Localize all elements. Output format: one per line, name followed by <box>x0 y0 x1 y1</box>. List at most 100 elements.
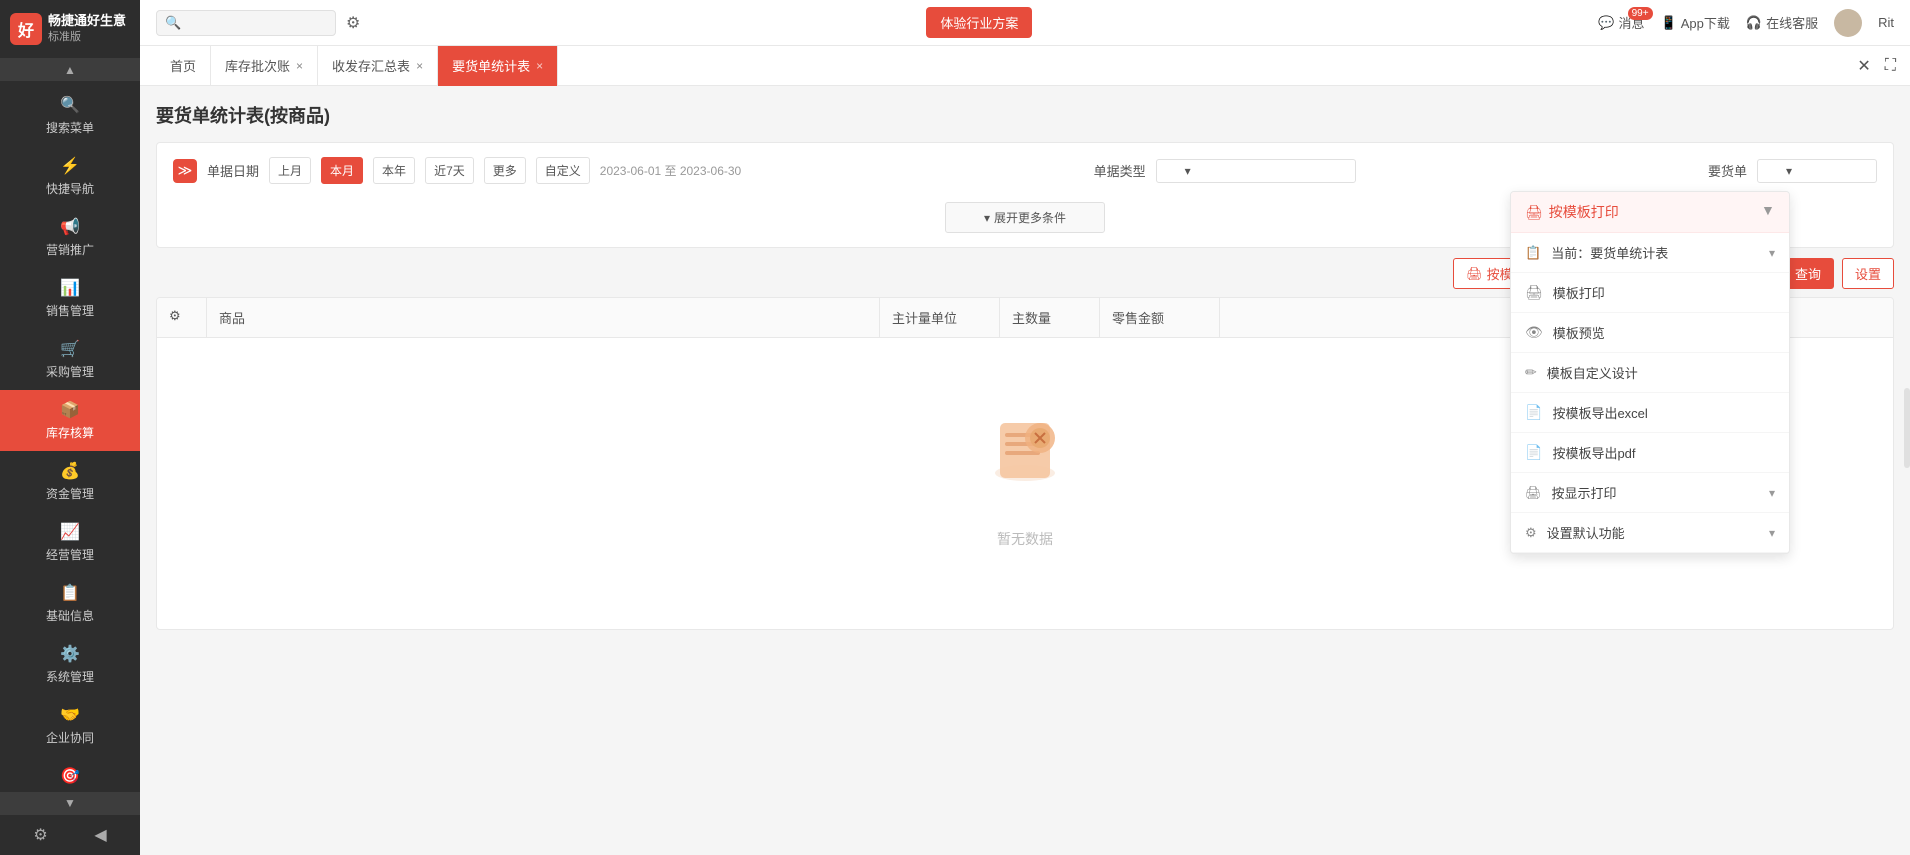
dropdown-close-icon[interactable]: ▲ <box>1761 204 1775 220</box>
dropdown-display-print[interactable]: 🖨 按显示打印 ▾ <box>1511 473 1789 513</box>
username-label[interactable]: Rit <box>1878 15 1894 30</box>
tab-inventory-batch-label: 库存批次账 <box>225 56 290 75</box>
section-left: 📋 当前：要货单统计表 <box>1525 243 1668 262</box>
sidebar-item-label: 采购管理 <box>46 363 94 380</box>
dropdown-export-pdf[interactable]: 📄 按模板导出pdf <box>1511 433 1789 473</box>
sidebar-item-enterprise[interactable]: 🤝 企业协同 <box>0 695 140 756</box>
tab-home[interactable]: 首页 <box>156 46 211 86</box>
sidebar-item-basic-info[interactable]: 📋 基础信息 <box>0 573 140 634</box>
export-excel-icon: 📄 <box>1525 404 1542 421</box>
inventory-icon: 📦 <box>60 400 80 420</box>
tab-close-btn[interactable]: ✕ <box>1853 52 1874 80</box>
tab-inventory-batch-close[interactable]: × <box>296 59 303 73</box>
app-download-label: App下载 <box>1681 13 1730 32</box>
sidebar-item-label: 资金管理 <box>46 485 94 502</box>
tab-maximize-btn[interactable]: ⛶ <box>1881 53 1900 79</box>
date-btn-this-month[interactable]: 本月 <box>321 157 363 184</box>
dropdown-current-section[interactable]: 📋 当前：要货单统计表 ▾ <box>1511 233 1789 273</box>
trial-btn[interactable]: 体验行业方案 <box>926 7 1032 38</box>
settings-btn[interactable]: 设置 <box>1842 258 1894 289</box>
table-col-checkbox: ⚙ <box>157 298 207 337</box>
search-box[interactable]: 🔍 <box>156 10 336 36</box>
set-default-arrow: ▾ <box>1769 526 1775 540</box>
basic-info-icon: 📋 <box>60 583 80 603</box>
dropdown-set-default[interactable]: ⚙ 设置默认功能 ▾ <box>1511 513 1789 553</box>
template-preview-item-label: 模板预览 <box>1553 323 1605 342</box>
chevron-right-icon: ▾ <box>1769 246 1775 260</box>
sidebar-item-label: 搜索菜单 <box>46 119 94 136</box>
dropdown-template-preview[interactable]: 👁 模板预览 <box>1511 313 1789 353</box>
settings-col-icon[interactable]: ⚙ <box>169 308 181 323</box>
date-btn-custom[interactable]: 自定义 <box>536 157 590 184</box>
sidebar-item-guide[interactable]: 🎯 新手引导 <box>0 756 140 792</box>
order-type-select[interactable]: ▾ <box>1156 159 1356 183</box>
tab-home-label: 首页 <box>170 56 196 75</box>
settings-label: 设置 <box>1855 264 1881 283</box>
sidebar-item-system[interactable]: ⚙️ 系统管理 <box>0 634 140 695</box>
sidebar-item-sales[interactable]: 📊 销售管理 <box>0 268 140 329</box>
service-icon: 🎧 <box>1746 15 1762 31</box>
display-print-icon: 🖨 <box>1525 485 1542 501</box>
empty-text: 暂无数据 <box>997 529 1053 549</box>
filter-expand-btn[interactable]: ≫ <box>173 159 197 183</box>
chevron-down-icon2: ▾ <box>1786 164 1792 178</box>
sales-icon: 📊 <box>60 278 80 298</box>
app-download-btn[interactable]: 📱 App下载 <box>1661 13 1730 32</box>
main-area: 🔍 ⚙ 体验行业方案 💬 消息 99+ 📱 App下载 🎧 在线客服 Rit <box>140 0 1910 855</box>
enterprise-icon: 🤝 <box>60 705 80 725</box>
template-preview-icon: 👁 <box>1525 324 1543 341</box>
tab-controls: ✕ ⛶ <box>1843 52 1910 80</box>
date-btn-this-year[interactable]: 本年 <box>373 157 415 184</box>
sidebar-item-label: 库存核算 <box>46 424 94 441</box>
tab-order-stats[interactable]: 要货单统计表 × <box>438 46 558 86</box>
avatar[interactable] <box>1834 9 1862 37</box>
dropdown-template-custom[interactable]: ✏ 模板自定义设计 <box>1511 353 1789 393</box>
date-btn-7days[interactable]: 近7天 <box>425 157 474 184</box>
sidebar-item-quick-nav[interactable]: ⚡ 快捷导航 <box>0 146 140 207</box>
app-icon: 📱 <box>1661 15 1677 31</box>
topbar: 🔍 ⚙ 体验行业方案 💬 消息 99+ 📱 App下载 🎧 在线客服 Rit <box>140 0 1910 46</box>
date-btn-last-month[interactable]: 上月 <box>269 157 311 184</box>
app-logo-text: 畅捷通好生意 标准版 <box>48 12 126 46</box>
tab-inventory-batch[interactable]: 库存批次账 × <box>211 46 318 86</box>
sidebar-item-inventory[interactable]: 📦 库存核算 <box>0 390 140 451</box>
sidebar-item-purchase[interactable]: 🛒 采购管理 <box>0 329 140 390</box>
template-print-item-label: 模板打印 <box>1553 283 1605 302</box>
dropdown-export-excel[interactable]: 📄 按模板导出excel <box>1511 393 1789 433</box>
export-excel-item-label: 按模板导出excel <box>1552 403 1647 422</box>
table-col-unit: 主计量单位 <box>880 298 1000 337</box>
print-icon: 🖨 <box>1466 266 1483 282</box>
expand-more-btn[interactable]: ▾ 展开更多条件 <box>945 202 1105 233</box>
tab-order-stats-close[interactable]: × <box>536 59 543 73</box>
table-col-goods: 商品 <box>207 298 880 337</box>
dropdown-menu: 🖨 按模板打印 ▲ 📋 当前：要货单统计表 ▾ 🖨 模板打印 👁 模板预览 <box>1510 191 1790 554</box>
dropdown-template-print[interactable]: 🖨 模板打印 <box>1511 273 1789 313</box>
sidebar-item-search[interactable]: 🔍 搜索菜单 <box>0 85 140 146</box>
chevron-down-icon: ▾ <box>1185 164 1191 178</box>
table-col-quantity: 主数量 <box>1000 298 1100 337</box>
template-print-icon: 🖨 <box>1525 284 1543 301</box>
collapse-icon[interactable]: ◀ <box>94 825 106 845</box>
gear-icon[interactable]: ⚙ <box>346 13 360 33</box>
sidebar-scroll-up[interactable]: ▲ <box>0 59 140 81</box>
tab-receipt-summary-close[interactable]: × <box>416 59 423 73</box>
display-print-arrow: ▾ <box>1769 486 1775 500</box>
sidebar-item-operations[interactable]: 📈 经营管理 <box>0 512 140 573</box>
sidebar-item-finance[interactable]: 💰 资金管理 <box>0 451 140 512</box>
message-btn[interactable]: 💬 消息 99+ <box>1598 13 1644 32</box>
sidebar-scroll-down[interactable]: ▼ <box>0 792 140 814</box>
tab-receipt-summary-label: 收发存汇总表 <box>332 56 410 75</box>
search-icon: 🔍 <box>60 95 80 115</box>
online-service-btn[interactable]: 🎧 在线客服 <box>1746 13 1818 32</box>
date-btn-more[interactable]: 更多 <box>484 157 526 184</box>
export-pdf-icon: 📄 <box>1525 444 1542 461</box>
sidebar: 好 畅捷通好生意 标准版 ▲ 🔍 搜索菜单 ⚡ 快捷导航 📢 营销推广 📊 销售… <box>0 0 140 855</box>
search-input[interactable] <box>185 16 315 30</box>
message-badge: 99+ <box>1628 7 1653 20</box>
goods-filter-label: 要货单 <box>1708 161 1747 180</box>
settings-bottom-icon[interactable]: ⚙ <box>33 825 47 845</box>
set-default-label: 设置默认功能 <box>1547 523 1625 542</box>
goods-select[interactable]: ▾ <box>1757 159 1877 183</box>
tab-receipt-summary[interactable]: 收发存汇总表 × <box>318 46 438 86</box>
sidebar-item-marketing[interactable]: 📢 营销推广 <box>0 207 140 268</box>
